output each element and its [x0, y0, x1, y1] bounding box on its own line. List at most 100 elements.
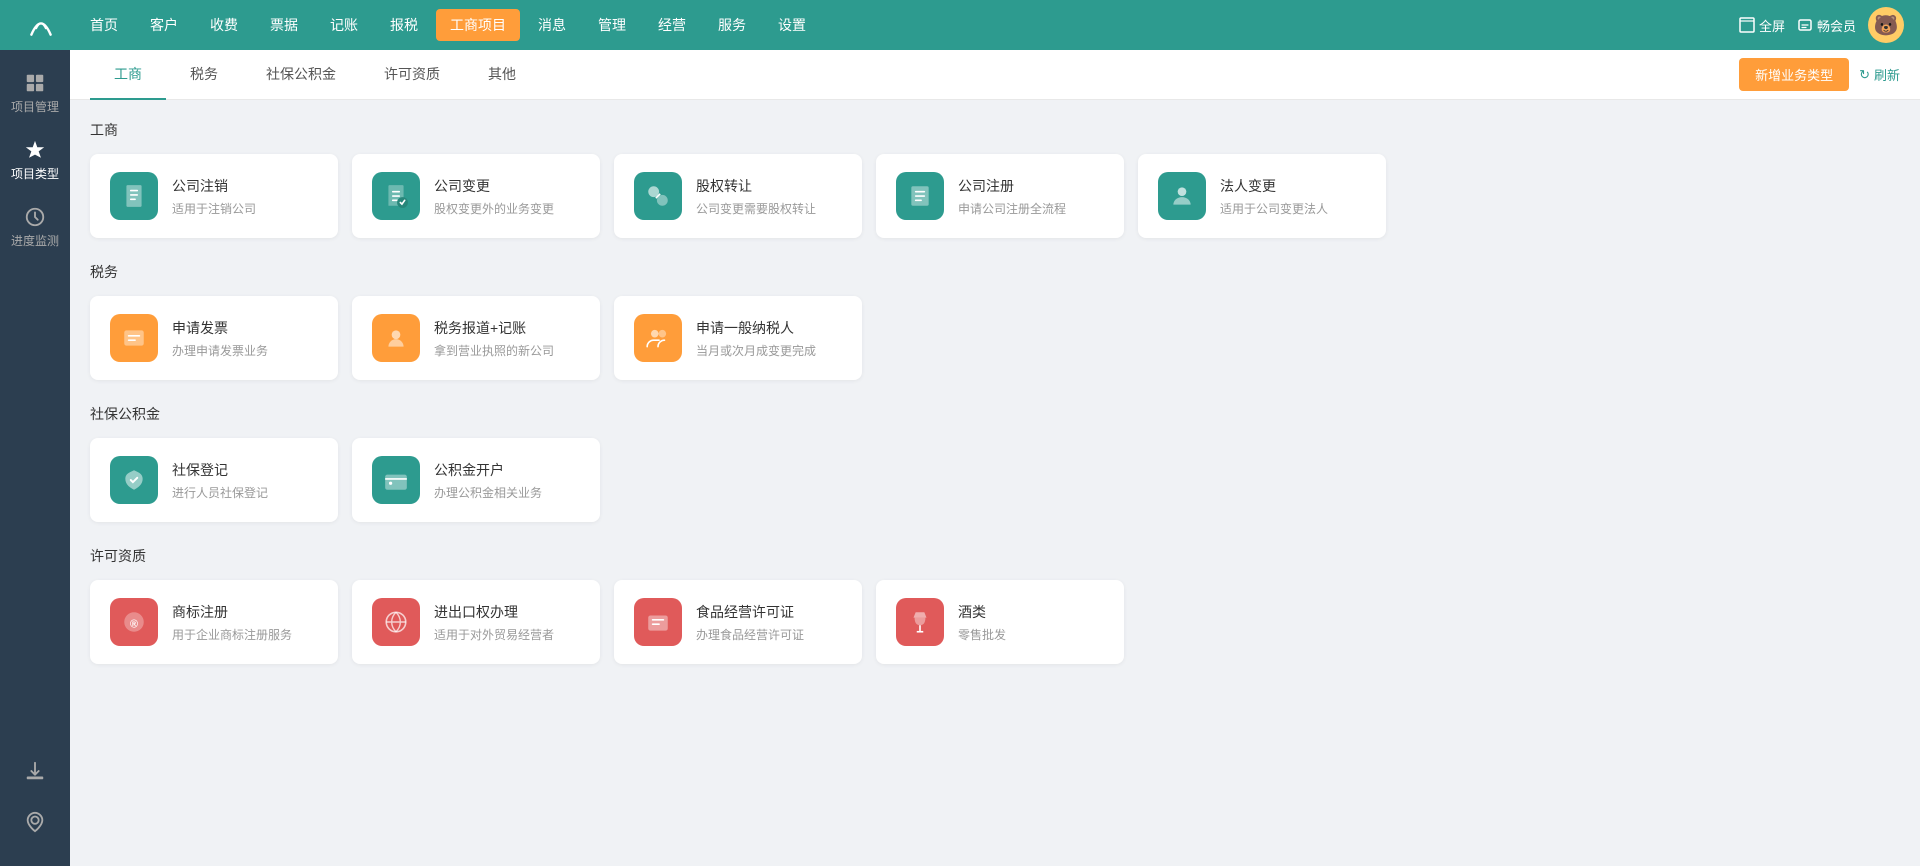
- top-nav-item-1[interactable]: 客户: [136, 9, 192, 41]
- card-1-1[interactable]: 税务报道+记账拿到营业执照的新公司: [352, 296, 600, 380]
- sidebar-bottom: [16, 752, 54, 856]
- card-text-3-1: 进出口权办理适用于对外贸易经营者: [434, 602, 554, 643]
- card-title-2-1: 公积金开户: [434, 460, 542, 480]
- tab-item-3[interactable]: 许可资质: [360, 50, 464, 100]
- card-title-2-0: 社保登记: [172, 460, 268, 480]
- refresh-label: 刷新: [1874, 65, 1900, 84]
- main-layout: 项目管理 项目类型 进度监测: [0, 50, 1920, 866]
- card-3-1[interactable]: 进出口权办理适用于对外贸易经营者: [352, 580, 600, 664]
- card-text-0-3: 公司注册申请公司注册全流程: [958, 176, 1066, 217]
- card-desc-3-2: 办理食品经营许可证: [696, 626, 804, 643]
- card-icon-0-0: [110, 172, 158, 220]
- top-nav-item-11[interactable]: 设置: [764, 9, 820, 41]
- card-icon-2-1: [372, 456, 420, 504]
- top-nav-item-5[interactable]: 报税: [376, 9, 432, 41]
- card-icon-3-2: [634, 598, 682, 646]
- card-text-1-0: 申请发票办理申请发票业务: [172, 318, 268, 359]
- card-desc-3-0: 用于企业商标注册服务: [172, 626, 292, 643]
- card-desc-0-0: 适用于注销公司: [172, 200, 256, 217]
- top-nav-item-7[interactable]: 消息: [524, 9, 580, 41]
- card-3-3[interactable]: 酒类零售批发: [876, 580, 1124, 664]
- logo: [16, 9, 66, 41]
- card-0-2[interactable]: 股权转让公司变更需要股权转让: [614, 154, 862, 238]
- top-nav-item-8[interactable]: 管理: [584, 9, 640, 41]
- tab-item-0[interactable]: 工商: [90, 50, 166, 100]
- refresh-icon: ↻: [1859, 67, 1870, 83]
- cards-grid-0: 公司注销适用于注销公司公司变更股权变更外的业务变更股权转让公司变更需要股权转让公…: [90, 154, 1900, 238]
- new-type-button[interactable]: 新增业务类型: [1739, 58, 1849, 91]
- member-btn[interactable]: 畅会员: [1797, 16, 1856, 35]
- card-title-1-2: 申请一般纳税人: [696, 318, 816, 338]
- card-icon-1-0: [110, 314, 158, 362]
- cards-grid-1: 申请发票办理申请发票业务税务报道+记账拿到营业执照的新公司申请一般纳税人当月或次…: [90, 296, 1900, 380]
- fullscreen-btn[interactable]: 全屏: [1739, 16, 1785, 35]
- card-desc-0-3: 申请公司注册全流程: [958, 200, 1066, 217]
- card-desc-1-1: 拿到营业执照的新公司: [434, 342, 554, 359]
- card-text-0-0: 公司注销适用于注销公司: [172, 176, 256, 217]
- card-icon-3-3: [896, 598, 944, 646]
- card-text-3-3: 酒类零售批发: [958, 602, 1006, 643]
- card-0-0[interactable]: 公司注销适用于注销公司: [90, 154, 338, 238]
- card-desc-0-1: 股权变更外的业务变更: [434, 200, 554, 217]
- card-0-1[interactable]: 公司变更股权变更外的业务变更: [352, 154, 600, 238]
- svg-text:®: ®: [130, 618, 138, 630]
- card-desc-0-4: 适用于公司变更法人: [1220, 200, 1328, 217]
- card-3-2[interactable]: 食品经营许可证办理食品经营许可证: [614, 580, 862, 664]
- card-desc-3-3: 零售批发: [958, 626, 1006, 643]
- card-icon-1-2: [634, 314, 682, 362]
- card-icon-1-1: [372, 314, 420, 362]
- sidebar-label-progress: 进度监测: [11, 232, 59, 249]
- cards-grid-3: ® 商标注册用于企业商标注册服务 进出口权办理适用于对外贸易经营者 食品经营许可证办理…: [90, 580, 1900, 664]
- sidebar-location-btn[interactable]: [16, 803, 54, 846]
- sidebar-item-project-type[interactable]: 项目类型: [0, 127, 70, 194]
- card-desc-1-2: 当月或次月成变更完成: [696, 342, 816, 359]
- card-2-0[interactable]: 社保登记进行人员社保登记: [90, 438, 338, 522]
- card-icon-3-1: [372, 598, 420, 646]
- card-icon-0-2: [634, 172, 682, 220]
- top-nav-item-3[interactable]: 票据: [256, 9, 312, 41]
- card-icon-0-1: [372, 172, 420, 220]
- tab-item-1[interactable]: 税务: [166, 50, 242, 100]
- member-label: 畅会员: [1817, 16, 1856, 35]
- avatar-bear: 🐻: [1868, 7, 1904, 43]
- card-title-0-0: 公司注销: [172, 176, 256, 196]
- sidebar-label-project-type: 项目类型: [11, 165, 59, 182]
- card-desc-2-1: 办理公积金相关业务: [434, 484, 542, 501]
- card-desc-0-2: 公司变更需要股权转让: [696, 200, 816, 217]
- sidebar-download-btn[interactable]: [16, 752, 54, 795]
- card-2-1[interactable]: 公积金开户办理公积金相关业务: [352, 438, 600, 522]
- card-0-3[interactable]: 公司注册申请公司注册全流程: [876, 154, 1124, 238]
- card-1-2[interactable]: 申请一般纳税人当月或次月成变更完成: [614, 296, 862, 380]
- card-1-0[interactable]: 申请发票办理申请发票业务: [90, 296, 338, 380]
- top-nav-item-2[interactable]: 收费: [196, 9, 252, 41]
- section-3: 许可资质®商标注册用于企业商标注册服务进出口权办理适用于对外贸易经营者食品经营许…: [90, 546, 1900, 664]
- tab-item-4[interactable]: 其他: [464, 50, 540, 100]
- top-nav-item-4[interactable]: 记账: [316, 9, 372, 41]
- card-title-1-0: 申请发票: [172, 318, 268, 338]
- fullscreen-label: 全屏: [1759, 16, 1785, 35]
- refresh-button[interactable]: ↻ 刷新: [1859, 65, 1900, 84]
- top-nav-item-6[interactable]: 工商项目: [436, 9, 520, 41]
- card-text-0-2: 股权转让公司变更需要股权转让: [696, 176, 816, 217]
- top-nav-item-10[interactable]: 服务: [704, 9, 760, 41]
- card-title-0-4: 法人变更: [1220, 176, 1328, 196]
- sidebar-item-project-manage[interactable]: 项目管理: [0, 60, 70, 127]
- card-title-1-1: 税务报道+记账: [434, 318, 554, 338]
- sidebar-label-project-manage: 项目管理: [11, 98, 59, 115]
- card-text-0-1: 公司变更股权变更外的业务变更: [434, 176, 554, 217]
- card-text-3-0: 商标注册用于企业商标注册服务: [172, 602, 292, 643]
- sidebar-item-progress[interactable]: 进度监测: [0, 194, 70, 261]
- card-title-3-0: 商标注册: [172, 602, 292, 622]
- card-0-4[interactable]: 法人变更适用于公司变更法人: [1138, 154, 1386, 238]
- card-title-3-3: 酒类: [958, 602, 1006, 622]
- top-nav-items: 首页客户收费票据记账报税工商项目消息管理经营服务设置: [76, 9, 1739, 41]
- tab-bar-tabs: 工商税务社保公积金许可资质其他: [90, 50, 1739, 100]
- card-3-0[interactable]: ® 商标注册用于企业商标注册服务: [90, 580, 338, 664]
- tab-item-2[interactable]: 社保公积金: [242, 50, 360, 100]
- card-desc-1-0: 办理申请发票业务: [172, 342, 268, 359]
- card-title-0-3: 公司注册: [958, 176, 1066, 196]
- top-nav-item-0[interactable]: 首页: [76, 9, 132, 41]
- card-text-0-4: 法人变更适用于公司变更法人: [1220, 176, 1328, 217]
- card-icon-0-4: [1158, 172, 1206, 220]
- top-nav-item-9[interactable]: 经营: [644, 9, 700, 41]
